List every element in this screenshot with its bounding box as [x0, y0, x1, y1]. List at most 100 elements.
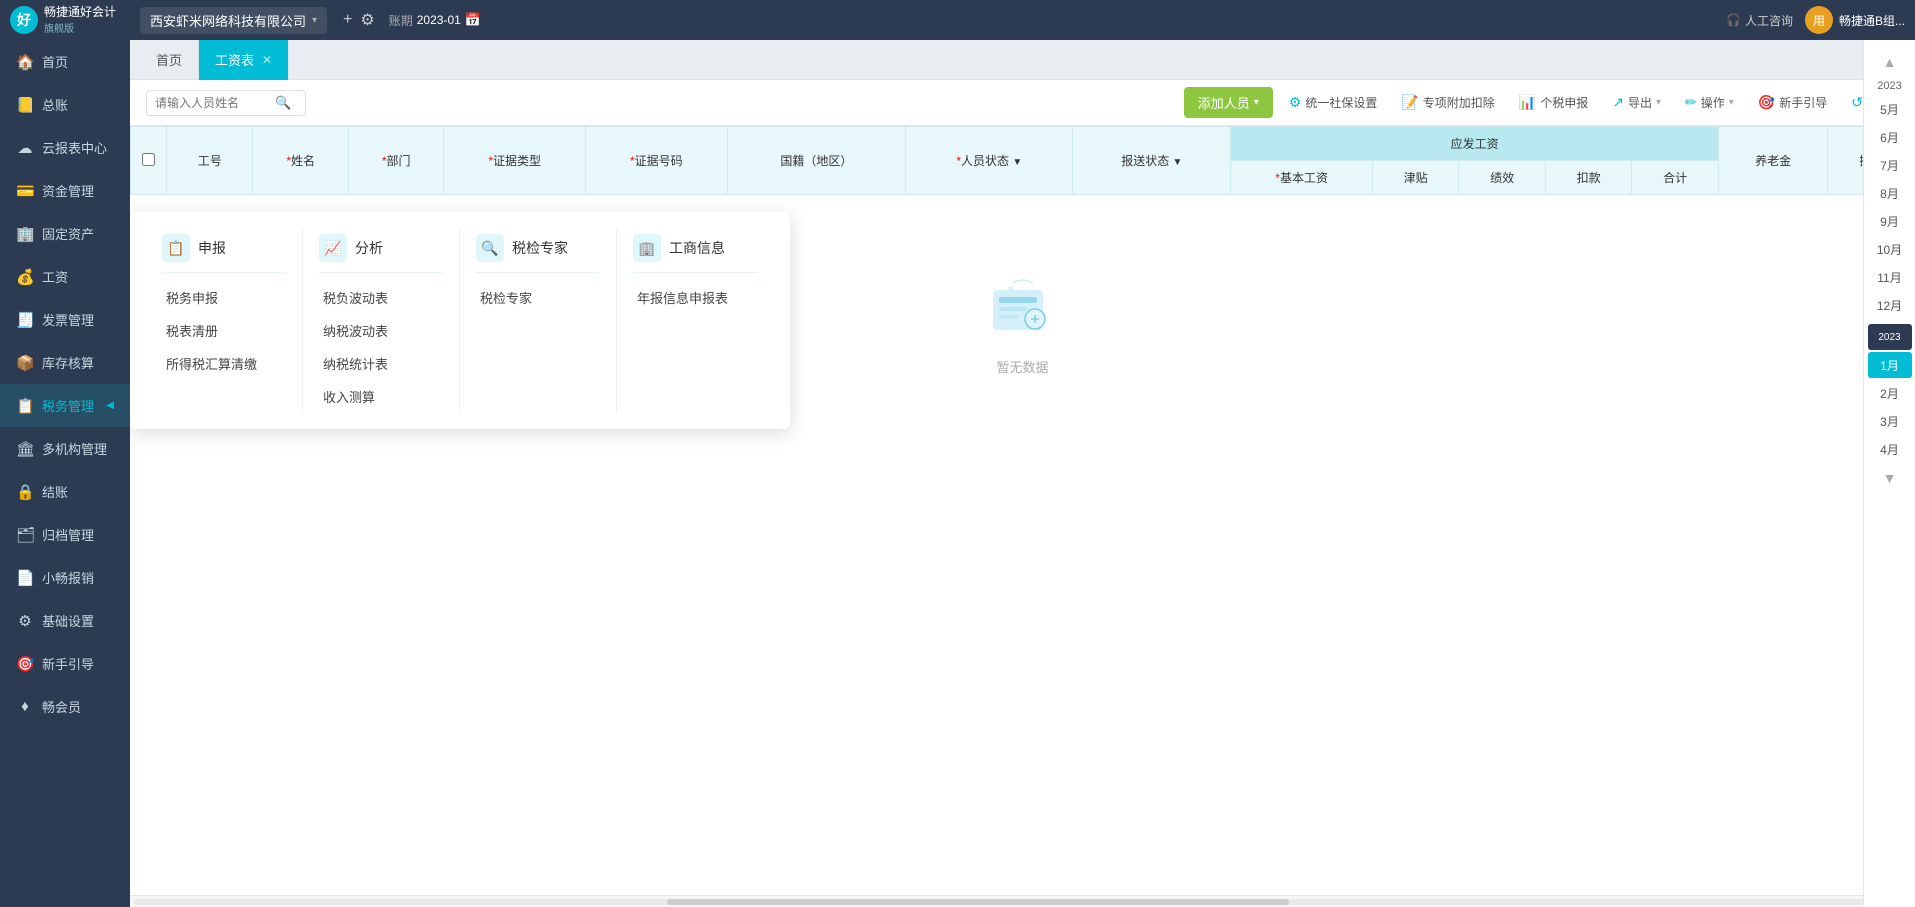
company-selector[interactable]: 西安虾米网络科技有限公司 ▾	[140, 7, 327, 34]
table-container: 工号 *姓名 *部门 *证据类型 *证据号码 国籍（地区） *人员状态 ▼ 报送…	[130, 126, 1915, 895]
collapse-icon: ◀	[106, 400, 114, 411]
sidebar-item-archive[interactable]: 🗂 归档管理	[0, 513, 130, 556]
menu-item-tax-statistics[interactable]: 纳税统计表	[319, 347, 443, 380]
user-name[interactable]: 畅捷通B组...	[1839, 12, 1905, 29]
sidebar-item-vip[interactable]: ♦ 畅会员	[0, 685, 130, 728]
add-button[interactable]: +	[343, 11, 352, 29]
sidebar-item-label: 固定资产	[42, 224, 94, 243]
sidebar-item-label: 税务管理	[42, 396, 94, 415]
period-label: 账期	[389, 12, 413, 29]
tax-return-button[interactable]: 📊 个税申报	[1511, 90, 1596, 115]
sidebar-item-tax[interactable]: 📋 税务管理 ◀	[0, 384, 130, 427]
menu-item-tax-table[interactable]: 税表清册	[162, 314, 286, 347]
right-sidebar-calendar: ▲ 2023 5月 6月 7月 8月 9月 10月 11月 12月 2023 1…	[1863, 40, 1915, 907]
biz-info-col-icon: 🏢	[633, 234, 661, 262]
month-4[interactable]: 4月	[1868, 436, 1912, 462]
sidebar-item-close[interactable]: 🔒 结账	[0, 470, 130, 513]
special-deduction-button[interactable]: 📝 专项附加扣除	[1393, 90, 1502, 115]
fund-icon: 💳	[16, 182, 34, 200]
sidebar-item-cloud-report[interactable]: ☁ 云报表中心	[0, 126, 130, 169]
th-emp-id: 工号	[167, 127, 253, 195]
sidebar-item-label: 畅会员	[42, 697, 81, 716]
calendar-down-nav[interactable]: ▼	[1878, 466, 1902, 490]
social-insurance-icon: ⚙	[1289, 94, 1302, 111]
sidebar-item-inventory[interactable]: 📦 库存核算	[0, 341, 130, 384]
org-icon: 🏛	[16, 440, 34, 458]
checkbox-th[interactable]	[131, 127, 167, 195]
dropdown-col-header-analysis: 📈 分析	[319, 228, 443, 273]
analysis-col-icon: 📈	[319, 234, 347, 262]
month-11[interactable]: 11月	[1868, 264, 1912, 290]
month-12[interactable]: 12月	[1868, 292, 1912, 318]
logo-icon: 好	[10, 6, 38, 34]
menu-item-income-estimate[interactable]: 收入测算	[319, 380, 443, 413]
select-all-checkbox[interactable]	[142, 153, 155, 166]
settings-sidebar-icon: ⚙	[16, 612, 34, 630]
th-payroll-group: 应发工资	[1231, 127, 1719, 161]
vip-icon: ♦	[16, 698, 34, 715]
menu-item-tax-check[interactable]: 税检专家	[476, 281, 600, 314]
month-10[interactable]: 10月	[1868, 236, 1912, 262]
search-input[interactable]	[155, 96, 275, 110]
menu-item-tax-fluctuation2[interactable]: 纳税波动表	[319, 314, 443, 347]
sidebar-item-invoice[interactable]: 🧾 发票管理	[0, 298, 130, 341]
month-7[interactable]: 7月	[1868, 152, 1912, 178]
toolbar: 🔍 添加人员 ▾ ⚙ 统一社保设置 📝 专项附加扣除 📊 个税申报 ↗ 导出 ▾…	[130, 80, 1915, 126]
service-button[interactable]: 🎧 人工咨询	[1726, 12, 1793, 29]
home-icon: 🏠	[16, 53, 34, 71]
tax-icon: 📋	[16, 397, 34, 415]
sidebar-item-ledger[interactable]: 📒 总账	[0, 83, 130, 126]
logo-area: 好 畅捷通好会计 旗舰版	[10, 5, 140, 34]
month-2[interactable]: 2月	[1868, 380, 1912, 406]
tab-close-icon[interactable]: ✕	[262, 53, 272, 67]
headset-icon: 🎧	[1726, 13, 1741, 27]
month-1-active[interactable]: 1月	[1868, 352, 1912, 378]
add-person-dropdown-icon: ▾	[1254, 97, 1259, 108]
dropdown-col-tax-expert: 🔍 税检专家 税检专家	[460, 228, 617, 413]
dropdown-col-biz-info: 🏢 工商信息 年报信息申报表	[617, 228, 774, 413]
assets-icon: 🏢	[16, 225, 34, 243]
sidebar-item-label: 基础设置	[42, 611, 94, 630]
company-name: 西安虾米网络科技有限公司	[150, 11, 306, 30]
bottom-scrollbar[interactable]	[130, 895, 1915, 907]
tab-salary[interactable]: 工资表 ✕	[199, 40, 289, 80]
sidebar-item-fund[interactable]: 💳 资金管理	[0, 169, 130, 212]
menu-item-tax-declaration[interactable]: 税务申报	[162, 281, 286, 314]
sidebar-item-guide[interactable]: 🎯 新手引导	[0, 642, 130, 685]
th-allowance: 津贴	[1372, 161, 1458, 195]
th-basic-salary: *基本工资	[1231, 161, 1373, 195]
guide-toolbar-icon: 🎯	[1758, 94, 1775, 111]
sidebar-item-basic[interactable]: ⚙ 基础设置	[0, 599, 130, 642]
calendar-icon[interactable]: 📅	[465, 12, 481, 28]
header-right: 🎧 人工咨询 用 畅捷通B组...	[1726, 6, 1905, 34]
menu-item-tax-fluctuation[interactable]: 税负波动表	[319, 281, 443, 314]
search-input-wrap: 🔍	[146, 90, 306, 116]
sidebar-item-multi-org[interactable]: 🏛 多机构管理	[0, 427, 130, 470]
month-5[interactable]: 5月	[1868, 96, 1912, 122]
th-pension: 养老金	[1718, 127, 1828, 195]
tab-home-label: 首页	[156, 50, 182, 69]
social-insurance-button[interactable]: ⚙ 统一社保设置	[1281, 90, 1386, 115]
month-9[interactable]: 9月	[1868, 208, 1912, 234]
menu-item-annual-report[interactable]: 年报信息申报表	[633, 281, 758, 314]
menu-item-income-tax[interactable]: 所得税汇算清缴	[162, 347, 286, 380]
export-button[interactable]: ↗ 导出 ▾	[1604, 90, 1669, 115]
operation-dropdown-icon: ▾	[1729, 97, 1734, 108]
month-8[interactable]: 8月	[1868, 180, 1912, 206]
guide-button[interactable]: 🎯 新手引导	[1750, 90, 1835, 115]
tab-home[interactable]: 首页	[140, 40, 199, 80]
sidebar-item-home[interactable]: 🏠 首页	[0, 40, 130, 83]
operation-button[interactable]: ✏ 操作 ▾	[1677, 90, 1742, 115]
add-person-button[interactable]: 添加人员 ▾	[1184, 87, 1273, 118]
sidebar-item-salary[interactable]: 💰 工资	[0, 255, 130, 298]
month-3[interactable]: 3月	[1868, 408, 1912, 434]
sidebar-item-label: 结账	[42, 482, 68, 501]
sidebar-item-report[interactable]: 📄 小畅报销	[0, 556, 130, 599]
refresh-icon: ↺	[1851, 94, 1863, 111]
sidebar-item-fixed-assets[interactable]: 🏢 固定资产	[0, 212, 130, 255]
month-6[interactable]: 6月	[1868, 124, 1912, 150]
operation-icon: ✏	[1685, 94, 1697, 111]
settings-icon[interactable]: ⚙	[360, 10, 374, 30]
scroll-thumb[interactable]	[667, 899, 1289, 905]
calendar-up-nav[interactable]: ▲	[1878, 50, 1902, 74]
